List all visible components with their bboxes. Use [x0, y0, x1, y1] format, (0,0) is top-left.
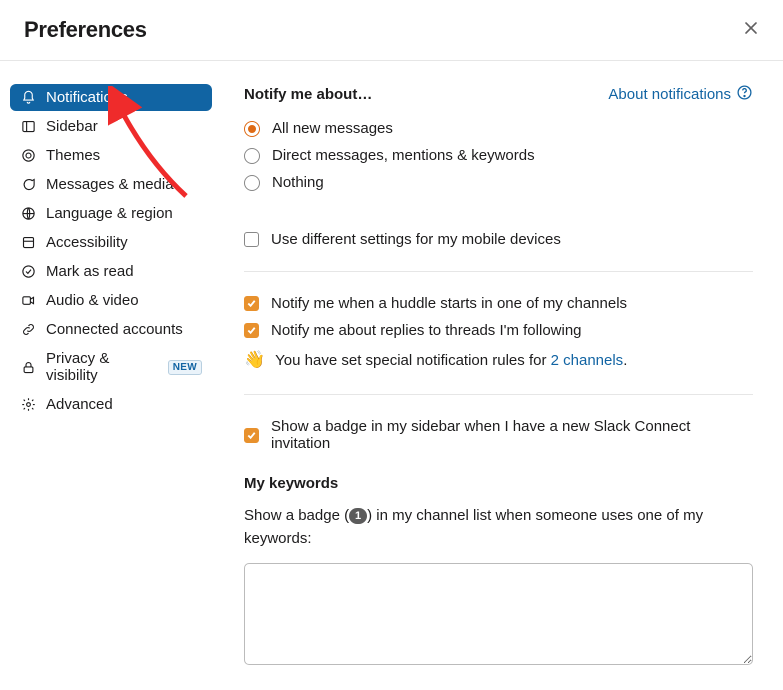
checkbox-input[interactable] — [244, 232, 259, 247]
layout-icon — [20, 119, 36, 135]
sidebar-item-label: Language & region — [46, 205, 173, 222]
checkbox-input[interactable] — [244, 296, 259, 311]
radio-input[interactable] — [244, 121, 260, 137]
checkbox-label: Notify me when a huddle starts in one of… — [271, 295, 627, 312]
sidebar-item-themes[interactable]: Themes — [10, 142, 212, 169]
sidebar-item-label: Mark as read — [46, 263, 134, 280]
radio-all-messages[interactable]: All new messages — [244, 115, 753, 142]
radio-dm-mentions[interactable]: Direct messages, mentions & keywords — [244, 142, 753, 169]
help-icon — [736, 84, 753, 105]
checkbox-label: Notify me about replies to threads I'm f… — [271, 322, 582, 339]
special-rules-text-prefix: You have set special notification rules … — [275, 352, 550, 369]
notifications-panel: Notify me about… About notifications All… — [220, 84, 783, 690]
checkbox-thread-replies[interactable]: Notify me about replies to threads I'm f… — [244, 317, 753, 344]
sidebar-item-advanced[interactable]: Advanced — [10, 391, 212, 418]
lock-icon — [20, 359, 36, 375]
bell-icon — [20, 90, 36, 106]
keywords-heading: My keywords — [244, 475, 753, 492]
sidebar-item-label: Sidebar — [46, 118, 98, 135]
close-icon — [743, 23, 759, 40]
sidebar-item-label: Themes — [46, 147, 100, 164]
sidebar-item-label: Advanced — [46, 396, 113, 413]
checkbox-input[interactable] — [244, 428, 259, 443]
messages-icon — [20, 177, 36, 193]
sidebar-item-label: Privacy & visibility — [46, 350, 162, 384]
checkbox-slack-connect-badge[interactable]: Show a badge in my sidebar when I have a… — [244, 413, 753, 457]
gear-icon — [20, 397, 36, 413]
notify-section-title: Notify me about… — [244, 86, 372, 103]
sidebar-item-messages-media[interactable]: Messages & media — [10, 171, 212, 198]
sidebar-item-mark-as-read[interactable]: Mark as read — [10, 258, 212, 285]
checkbox-huddle-start[interactable]: Notify me when a huddle starts in one of… — [244, 290, 753, 317]
sidebar-item-audio-video[interactable]: Audio & video — [10, 287, 212, 314]
accessibility-icon — [20, 235, 36, 251]
divider — [244, 271, 753, 272]
sidebar-item-accessibility[interactable]: Accessibility — [10, 229, 212, 256]
sidebar-item-label: Notifications — [46, 89, 128, 106]
themes-icon — [20, 148, 36, 164]
video-icon — [20, 293, 36, 309]
radio-nothing[interactable]: Nothing — [244, 169, 753, 196]
count-badge: 1 — [349, 508, 367, 524]
close-button[interactable] — [739, 16, 763, 44]
special-rules-link[interactable]: 2 channels — [551, 352, 624, 369]
checkbox-input[interactable] — [244, 323, 259, 338]
sidebar-item-label: Messages & media — [46, 176, 174, 193]
radio-input[interactable] — [244, 148, 260, 164]
radio-label: All new messages — [272, 120, 393, 137]
globe-icon — [20, 206, 36, 222]
radio-label: Direct messages, mentions & keywords — [272, 147, 535, 164]
mark-read-icon — [20, 264, 36, 280]
keywords-textarea[interactable] — [244, 563, 753, 665]
about-notifications-label: About notifications — [608, 86, 731, 103]
new-badge: NEW — [168, 360, 202, 375]
about-notifications-link[interactable]: About notifications — [608, 84, 753, 105]
special-rules-text-suffix: . — [623, 352, 627, 369]
sidebar-item-sidebar[interactable]: Sidebar — [10, 113, 212, 140]
divider — [244, 394, 753, 395]
wave-icon: 👋 — [244, 350, 265, 370]
sidebar-item-privacy-visibility[interactable]: Privacy & visibility NEW — [10, 345, 212, 389]
sidebar-item-label: Accessibility — [46, 234, 128, 251]
sidebar-item-label: Connected accounts — [46, 321, 183, 338]
sidebar-item-language-region[interactable]: Language & region — [10, 200, 212, 227]
checkbox-label: Use different settings for my mobile dev… — [271, 231, 561, 248]
dialog-header: Preferences — [0, 0, 783, 61]
radio-input[interactable] — [244, 175, 260, 191]
checkbox-mobile-different[interactable]: Use different settings for my mobile dev… — [244, 226, 753, 253]
radio-label: Nothing — [272, 174, 324, 191]
sidebar-item-notifications[interactable]: Notifications — [10, 84, 212, 111]
sidebar-item-label: Audio & video — [46, 292, 139, 309]
keywords-description: Show a badge (1) in my channel list when… — [244, 504, 753, 551]
checkbox-label: Show a badge in my sidebar when I have a… — [271, 418, 753, 452]
page-title: Preferences — [24, 17, 147, 43]
preferences-sidebar: Notifications Sidebar Themes Messages & … — [0, 84, 220, 690]
link-icon — [20, 322, 36, 338]
sidebar-item-connected-accounts[interactable]: Connected accounts — [10, 316, 212, 343]
special-rules-info: 👋 You have set special notification rule… — [244, 344, 753, 376]
